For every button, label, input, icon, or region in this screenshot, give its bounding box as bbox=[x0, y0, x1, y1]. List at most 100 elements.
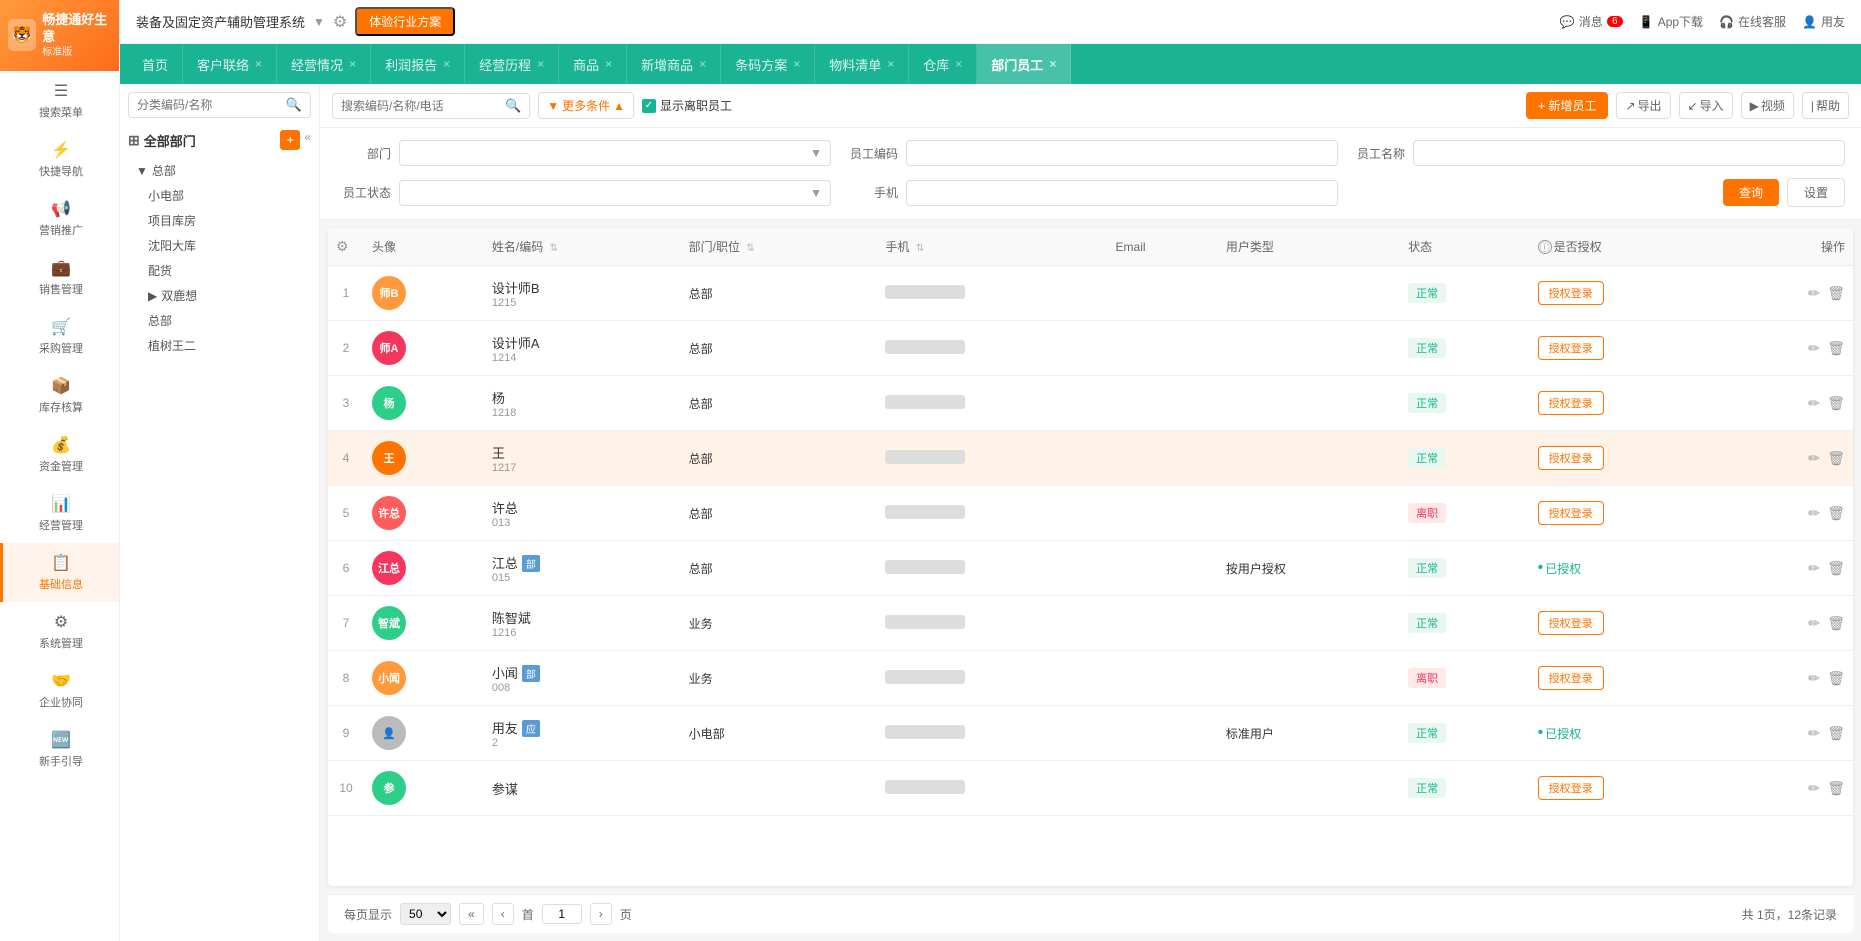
close-tab-process[interactable]: × bbox=[537, 57, 544, 71]
phone-field[interactable] bbox=[915, 186, 1329, 200]
sidebar-item-collab[interactable]: 🤝企业协同 bbox=[0, 661, 119, 720]
app-download-btn[interactable]: 📱 App下载 bbox=[1639, 13, 1703, 30]
sidebar-item-finance[interactable]: 💰资金管理 bbox=[0, 425, 119, 484]
edit-btn[interactable]: ✏ bbox=[1808, 450, 1820, 466]
sidebar-item-guide[interactable]: 🆕新手引导 bbox=[0, 720, 119, 779]
delete-btn[interactable]: 🗑 bbox=[1827, 505, 1845, 521]
sidebar-item-system[interactable]: ⚙系统管理 bbox=[0, 602, 119, 661]
close-tab-business[interactable]: × bbox=[349, 57, 356, 71]
phone-input[interactable] bbox=[906, 180, 1338, 206]
auth-btn[interactable]: 授权登录 bbox=[1538, 611, 1604, 635]
dept-node-zongbu-root[interactable]: ▼ 总部 bbox=[128, 158, 311, 183]
emp-code-input[interactable] bbox=[906, 140, 1338, 166]
tab-home[interactable]: 首页 bbox=[128, 44, 183, 84]
sidebar-item-operations[interactable]: 📊经营管理 bbox=[0, 484, 119, 543]
edit-btn[interactable]: ✏ bbox=[1808, 395, 1820, 411]
tab-add-goods[interactable]: 新增商品× bbox=[627, 44, 721, 84]
show-inactive-toggle[interactable]: ✓ 显示离职员工 bbox=[642, 97, 732, 114]
edit-btn[interactable]: ✏ bbox=[1808, 505, 1820, 521]
edit-btn[interactable]: ✏ bbox=[1808, 340, 1820, 356]
delete-btn[interactable]: 🗑 bbox=[1827, 340, 1845, 356]
dept-node-zongbu[interactable]: 总部 bbox=[140, 308, 311, 333]
auth-btn[interactable]: 授权登录 bbox=[1538, 776, 1604, 800]
auth-info-icon[interactable]: ⓘ bbox=[1538, 240, 1552, 254]
more-conditions-btn[interactable]: ▼ 更多条件 ▲ bbox=[538, 92, 634, 119]
tab-barcode[interactable]: 条码方案× bbox=[721, 44, 815, 84]
close-tab-goods[interactable]: × bbox=[605, 57, 612, 71]
message-btn[interactable]: 💬 消息 6 bbox=[1560, 13, 1623, 30]
prev-page-btn[interactable]: ‹ bbox=[492, 903, 514, 925]
tab-business[interactable]: 经营情况× bbox=[277, 44, 371, 84]
per-page-select[interactable]: 50 100 200 bbox=[400, 903, 451, 925]
auth-btn[interactable]: 授权登录 bbox=[1538, 666, 1604, 690]
edit-btn[interactable]: ✏ bbox=[1808, 560, 1820, 576]
close-tab-bom[interactable]: × bbox=[887, 57, 894, 71]
sidebar-item-marketing[interactable]: 📢营销推广 bbox=[0, 189, 119, 248]
video-btn[interactable]: ▶ 视频 bbox=[1741, 92, 1794, 119]
dept-filter-input[interactable]: ▼ bbox=[399, 140, 831, 166]
delete-btn[interactable]: 🗑 bbox=[1827, 285, 1845, 301]
help-btn[interactable]: | 帮助 bbox=[1802, 92, 1849, 119]
tab-goods[interactable]: 商品× bbox=[559, 44, 627, 84]
delete-btn[interactable]: 🗑 bbox=[1827, 780, 1845, 796]
delete-btn[interactable]: 🗑 bbox=[1827, 450, 1845, 466]
next-page-btn[interactable]: › bbox=[590, 903, 612, 925]
auth-btn[interactable]: 授权登录 bbox=[1538, 446, 1604, 470]
sidebar-item-quick[interactable]: ⚡快捷导航 bbox=[0, 130, 119, 189]
user-profile-btn[interactable]: 👤 用友 bbox=[1802, 13, 1845, 30]
close-tab-employees[interactable]: × bbox=[1049, 57, 1056, 71]
auth-btn[interactable]: 授权登录 bbox=[1538, 281, 1604, 305]
delete-btn[interactable]: 🗑 bbox=[1827, 670, 1845, 686]
tab-bom[interactable]: 物料清单× bbox=[815, 44, 909, 84]
export-btn[interactable]: ↗ 导出 bbox=[1616, 92, 1670, 119]
auth-btn[interactable]: 授权登录 bbox=[1538, 336, 1604, 360]
edit-btn[interactable]: ✏ bbox=[1808, 780, 1820, 796]
close-tab-barcode[interactable]: × bbox=[793, 57, 800, 71]
delete-btn[interactable]: 🗑 bbox=[1827, 395, 1845, 411]
add-employee-btn[interactable]: + 新增员工 bbox=[1526, 92, 1608, 119]
filter-search-input[interactable] bbox=[341, 99, 501, 113]
tab-warehouse[interactable]: 仓库× bbox=[909, 44, 977, 84]
tab-profit[interactable]: 利润报告× bbox=[371, 44, 465, 84]
delete-btn[interactable]: 🗑 bbox=[1827, 615, 1845, 631]
dept-node-zhishu[interactable]: 植树王二 bbox=[140, 333, 311, 358]
dept-node-xiangmu[interactable]: 项目库房 bbox=[140, 208, 311, 233]
import-btn[interactable]: ↙ 导入 bbox=[1679, 92, 1733, 119]
emp-name-field[interactable] bbox=[1422, 146, 1836, 160]
emp-code-field[interactable] bbox=[915, 146, 1329, 160]
settings-gear-icon[interactable]: ⚙ bbox=[333, 12, 347, 32]
status-input[interactable]: ▼ bbox=[399, 180, 831, 206]
edit-btn[interactable]: ✏ bbox=[1808, 285, 1820, 301]
sidebar-item-search[interactable]: ☰搜索菜单 bbox=[0, 71, 119, 130]
trial-btn[interactable]: 体验行业方案 bbox=[355, 7, 455, 36]
first-page-btn[interactable]: « bbox=[459, 903, 484, 925]
current-page-input[interactable] bbox=[542, 904, 582, 924]
dept-node-shuanglu[interactable]: ▶ 双鹿想 bbox=[140, 283, 311, 308]
tab-employees[interactable]: 部门员工× bbox=[977, 44, 1071, 84]
edit-btn[interactable]: ✏ bbox=[1808, 615, 1820, 631]
delete-btn[interactable]: 🗑 bbox=[1827, 725, 1845, 741]
edit-btn[interactable]: ✏ bbox=[1808, 725, 1820, 741]
close-tab-customers[interactable]: × bbox=[255, 57, 262, 71]
dept-add-btn[interactable]: + bbox=[280, 130, 300, 150]
dept-node-xiaodian[interactable]: 小电部 bbox=[140, 183, 311, 208]
dept-node-peihuo[interactable]: 配货 bbox=[140, 258, 311, 283]
set-btn[interactable]: 设置 bbox=[1787, 178, 1845, 207]
dept-collapse-btn[interactable]: « bbox=[304, 130, 311, 150]
dept-search-box[interactable]: 🔍 bbox=[128, 92, 311, 118]
close-tab-warehouse[interactable]: × bbox=[955, 57, 962, 71]
filter-search-box[interactable]: 🔍 bbox=[332, 93, 530, 119]
sidebar-item-purchase[interactable]: 🛒采购管理 bbox=[0, 307, 119, 366]
online-service-btn[interactable]: 🎧 在线客服 bbox=[1719, 13, 1786, 30]
delete-btn[interactable]: 🗑 bbox=[1827, 560, 1845, 576]
emp-name-input[interactable] bbox=[1413, 140, 1845, 166]
dept-node-shenyang[interactable]: 沈阳大库 bbox=[140, 233, 311, 258]
tab-customers[interactable]: 客户联络× bbox=[183, 44, 277, 84]
close-tab-profit[interactable]: × bbox=[443, 57, 450, 71]
sidebar-item-basic[interactable]: 📋基础信息 bbox=[0, 543, 119, 602]
close-tab-add-goods[interactable]: × bbox=[699, 57, 706, 71]
dept-search-input[interactable] bbox=[137, 98, 282, 112]
query-btn[interactable]: 查询 bbox=[1723, 179, 1779, 206]
title-dropdown-icon[interactable]: ▼ bbox=[313, 15, 325, 29]
edit-btn[interactable]: ✏ bbox=[1808, 670, 1820, 686]
